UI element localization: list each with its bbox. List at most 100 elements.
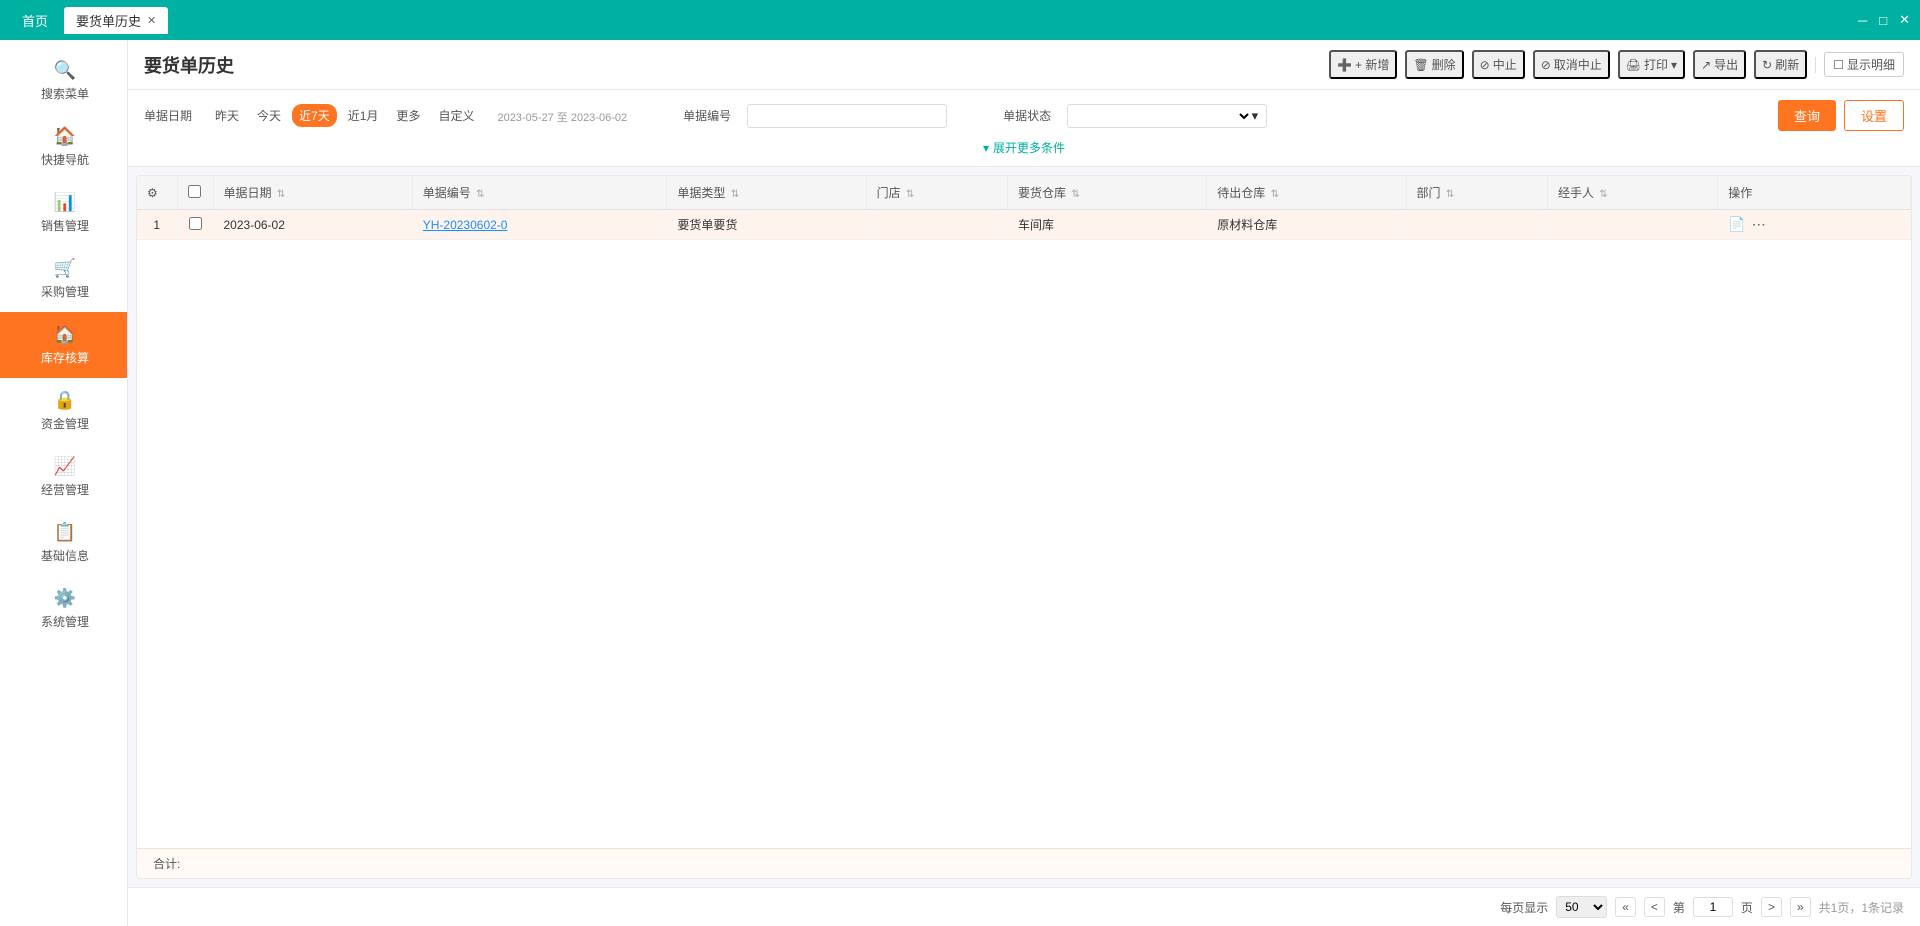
total-info: 共1页，1条记录 xyxy=(1819,899,1904,916)
content-area: 要货单历史 ➕ + 新增 🗑 删除 ⊘ 中止 ⊘ 取消中止 xyxy=(128,40,1920,926)
page-label: 第 xyxy=(1673,899,1685,916)
purchase-icon: 🛒 xyxy=(54,258,76,279)
refresh-button[interactable]: ↻ 刷新 xyxy=(1754,50,1807,79)
pending-warehouse-header[interactable]: 待出仓库 ⇅ xyxy=(1207,176,1406,210)
sidebar-item-base-info[interactable]: 📋 基础信息 xyxy=(0,510,127,576)
more-btn[interactable]: 更多 xyxy=(389,104,427,127)
print-button[interactable]: 🖨 打印 ▾ xyxy=(1618,50,1685,79)
sort-icon: ⇅ xyxy=(476,189,484,200)
filter-row-1: 单据日期 昨天 今天 近7天 近1月 更多 自定义 2023-05-27 至 2… xyxy=(144,100,1904,131)
tab-requisition-history[interactable]: 要货单历史 ✕ xyxy=(64,7,168,34)
custom-btn[interactable]: 自定义 xyxy=(431,104,481,127)
minimize-btn[interactable]: ─ xyxy=(1858,13,1867,28)
row-doc-type: 要货单要货 xyxy=(667,210,866,240)
table-footer: 合计: xyxy=(137,848,1911,878)
last-page-btn[interactable]: » xyxy=(1790,897,1811,917)
maximize-btn[interactable]: □ xyxy=(1879,13,1887,28)
table-area: ⚙ 单据日期 ⇅ 单据编号 ⇅ 单据类型 ⇅ 门店 ⇅ 要货仓库 ⇅ 待出仓库 … xyxy=(136,175,1912,879)
sort-icon: ⇅ xyxy=(1599,189,1607,200)
prev-page-btn[interactable]: < xyxy=(1644,897,1665,917)
sidebar-item-finance[interactable]: 🔒 资金管理 xyxy=(0,378,127,444)
row-checkbox-cell[interactable] xyxy=(177,210,213,240)
table-row[interactable]: 1 2023-06-02 YH-20230602-0 要货单要货 车间库 原材料… xyxy=(137,210,1911,240)
export-button[interactable]: ↗ 导出 xyxy=(1693,50,1746,79)
select-all-checkbox[interactable] xyxy=(188,185,201,198)
tab-home[interactable]: 首页 xyxy=(10,7,60,34)
page-size-label: 每页显示 xyxy=(1500,899,1548,916)
add-button[interactable]: ➕ + 新增 xyxy=(1329,50,1397,79)
sidebar-item-purchase[interactable]: 🛒 采购管理 xyxy=(0,246,127,312)
status-select-wrap[interactable]: ▾ xyxy=(1067,104,1267,128)
checkbox-col-header[interactable] xyxy=(177,176,213,210)
actions-header: 操作 xyxy=(1718,176,1911,210)
sidebar: 🔍 搜索菜单 🏠 快捷导航 📊 销售管理 🛒 采购管理 🏠 库存核算 🔒 资金管… xyxy=(0,40,128,926)
sidebar-item-label: 资金管理 xyxy=(41,415,89,432)
export-icon: ↗ xyxy=(1701,58,1711,72)
doc-date-header[interactable]: 单据日期 ⇅ xyxy=(213,176,412,210)
cancel-stop-icon: ⊘ xyxy=(1541,58,1551,72)
table-scroll: ⚙ 单据日期 ⇅ 单据编号 ⇅ 单据类型 ⇅ 门店 ⇅ 要货仓库 ⇅ 待出仓库 … xyxy=(137,176,1911,848)
sort-icon: ⇅ xyxy=(906,189,914,200)
sidebar-item-system[interactable]: ⚙️ 系统管理 xyxy=(0,576,127,642)
sidebar-item-inventory[interactable]: 🏠 库存核算 xyxy=(0,312,127,378)
page-size-select[interactable]: 20 50 100 200 xyxy=(1556,896,1607,918)
ops-icon: 📈 xyxy=(54,456,76,477)
sidebar-item-label: 采购管理 xyxy=(41,283,89,300)
dept-header[interactable]: 部门 ⇅ xyxy=(1406,176,1547,210)
chevron-down-icon: ▾ xyxy=(983,141,989,155)
doc-no-input[interactable] xyxy=(747,104,947,128)
print-arrow-icon: ▾ xyxy=(1671,58,1677,72)
last1month-btn[interactable]: 近1月 xyxy=(341,104,386,127)
base-info-icon: 📋 xyxy=(54,522,76,543)
chevron-down-icon: ▾ xyxy=(1252,108,1259,124)
req-warehouse-header[interactable]: 要货仓库 ⇅ xyxy=(1008,176,1207,210)
doc-type-header[interactable]: 单据类型 ⇅ xyxy=(667,176,866,210)
row-store xyxy=(866,210,1007,240)
tab-close-icon[interactable]: ✕ xyxy=(147,14,156,27)
sort-icon: ⇅ xyxy=(1071,189,1079,200)
date-range-wrap: 2023-05-27 至 2023-06-02 xyxy=(497,107,627,125)
first-page-btn[interactable]: « xyxy=(1615,897,1636,917)
view-action-icon[interactable]: 📄 xyxy=(1728,216,1745,233)
more-action-icon[interactable]: ⋯ xyxy=(1752,216,1766,233)
row-pending-warehouse: 原材料仓库 xyxy=(1207,210,1406,240)
row-checkbox[interactable] xyxy=(189,217,202,230)
settings-col-header[interactable]: ⚙ xyxy=(137,176,177,210)
row-doc-no[interactable]: YH-20230602-0 xyxy=(412,210,667,240)
sidebar-item-ops[interactable]: 📈 经营管理 xyxy=(0,444,127,510)
date-filter-label: 单据日期 xyxy=(144,107,192,124)
sidebar-item-label: 库存核算 xyxy=(41,349,89,366)
today-btn[interactable]: 今天 xyxy=(250,104,288,127)
last7days-btn[interactable]: 近7天 xyxy=(292,104,337,127)
row-req-warehouse: 车间库 xyxy=(1008,210,1207,240)
status-select[interactable] xyxy=(1076,108,1251,124)
stop-icon: ⊘ xyxy=(1480,58,1490,72)
display-cell-button[interactable]: ☐ 显示明细 xyxy=(1824,52,1904,77)
sidebar-item-quick-nav[interactable]: 🏠 快捷导航 xyxy=(0,114,127,180)
sidebar-item-sales[interactable]: 📊 销售管理 xyxy=(0,180,127,246)
store-header[interactable]: 门店 ⇅ xyxy=(866,176,1007,210)
next-page-btn[interactable]: > xyxy=(1761,897,1782,917)
close-btn[interactable]: ✕ xyxy=(1899,12,1910,28)
cancel-stop-button[interactable]: ⊘ 取消中止 xyxy=(1533,50,1610,79)
delete-button[interactable]: 🗑 删除 xyxy=(1405,50,1463,79)
add-icon: ➕ xyxy=(1337,58,1352,72)
system-icon: ⚙️ xyxy=(54,588,76,609)
sidebar-item-label: 系统管理 xyxy=(41,613,89,630)
sales-icon: 📊 xyxy=(54,192,76,213)
yesterday-btn[interactable]: 昨天 xyxy=(208,104,246,127)
settings-button[interactable]: 设置 xyxy=(1844,100,1904,131)
footer-total-label: 合计: xyxy=(153,857,180,871)
doc-no-link[interactable]: YH-20230602-0 xyxy=(423,218,508,232)
top-bar: 首页 要货单历史 ✕ ─ □ ✕ xyxy=(0,0,1920,40)
query-button[interactable]: 查询 xyxy=(1778,100,1836,131)
page-unit: 页 xyxy=(1741,899,1753,916)
main-layout: 🔍 搜索菜单 🏠 快捷导航 📊 销售管理 🛒 采购管理 🏠 库存核算 🔒 资金管… xyxy=(0,40,1920,926)
search-menu-icon: 🔍 xyxy=(54,60,76,81)
doc-no-header[interactable]: 单据编号 ⇅ xyxy=(412,176,667,210)
expand-more-btn[interactable]: ▾ 展开更多条件 xyxy=(144,139,1904,156)
handler-header[interactable]: 经手人 ⇅ xyxy=(1547,176,1717,210)
stop-button[interactable]: ⊘ 中止 xyxy=(1472,50,1525,79)
sidebar-item-search-menu[interactable]: 🔍 搜索菜单 xyxy=(0,48,127,114)
page-input[interactable] xyxy=(1693,897,1733,917)
